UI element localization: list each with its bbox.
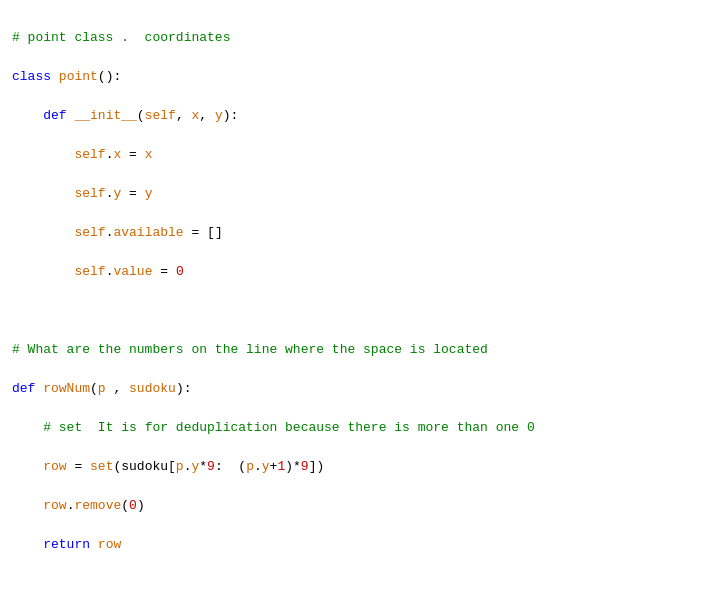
line-3: def __init__(self, x, y): [12,106,709,126]
code-content: # point class . coordinates class point(… [12,8,709,600]
line-14: row.remove(0) [12,496,709,516]
line-5: self.y = y [12,184,709,204]
line-12: # set It is for deduplication because th… [12,418,709,438]
line-4: self.x = x [12,145,709,165]
line-2: class point(): [12,67,709,87]
line-7: self.value = 0 [12,262,709,282]
code-editor: # point class . coordinates class point(… [12,8,709,600]
line-10: # What are the numbers on the line where… [12,340,709,360]
line-13: row = set(sudoku[p.y*9: (p.y+1)*9]) [12,457,709,477]
line-1: # point class . coordinates [12,28,709,48]
line-6: self.available = [] [12,223,709,243]
line-15: return row [12,535,709,555]
line-11: def rowNum(p , sudoku): [12,379,709,399]
